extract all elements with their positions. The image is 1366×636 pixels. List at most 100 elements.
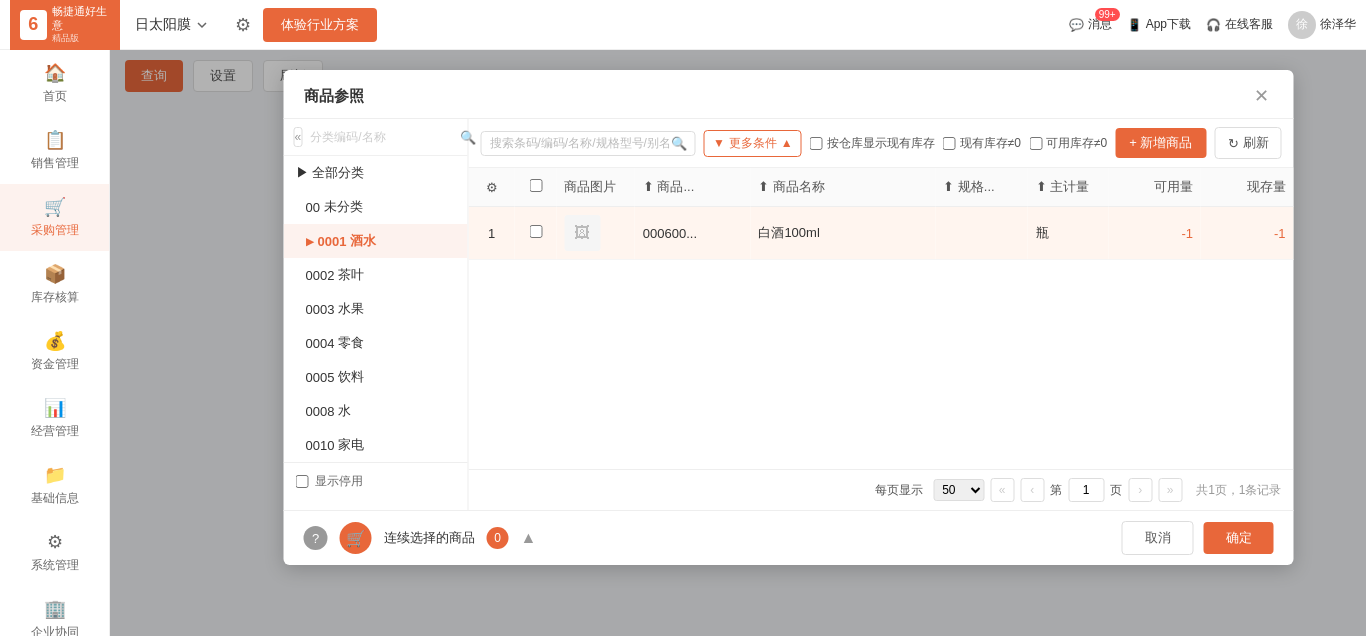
collapse-footer-icon[interactable]: ▲ (521, 529, 537, 547)
cat-0003-name: 水果 (338, 300, 364, 318)
cat-item-0008[interactable]: 0008 水 (284, 394, 468, 428)
sidebar-item-finance[interactable]: 💰 资金管理 (0, 318, 109, 385)
product-thumbnail: 🖼 (564, 215, 600, 251)
nav-dropdown[interactable]: 日太阳膜 (120, 0, 223, 50)
available-stock-checkbox[interactable] (1029, 137, 1042, 150)
username: 徐泽华 (1320, 16, 1356, 33)
product-search-input[interactable] (490, 136, 671, 150)
product-reference-modal: 商品参照 ✕ « 🔍 ▶ 全部分类 (284, 70, 1294, 565)
cell-seq: 1 (469, 207, 515, 260)
cat-item-00[interactable]: 00 未分类 (284, 190, 468, 224)
cat-0008-code: 0008 (306, 404, 335, 419)
modal-footer: ? 🛒 连续选择的商品 0 ▲ 取消 确定 (284, 510, 1294, 565)
cart-area[interactable]: 🛒 (340, 522, 372, 554)
filter-more-label: 更多条件 (729, 135, 777, 152)
category-search-bar: « 🔍 (284, 119, 468, 156)
prev-page-btn[interactable]: ‹ (1020, 478, 1044, 502)
table-row[interactable]: 1 🖼 000600... 白酒100ml (469, 207, 1294, 260)
confirm-button[interactable]: 确定 (1204, 522, 1274, 554)
col-spec-header[interactable]: ⬆ 规格... (935, 168, 1027, 207)
table-header-row: ⚙ 商品图片 ⬆ 商品... ⬆ 商品名称 (469, 168, 1294, 207)
system-icon: ⚙ (47, 531, 63, 553)
col-code-header[interactable]: ⬆ 商品... (635, 168, 751, 207)
show-stock-checkbox[interactable] (810, 137, 823, 150)
filter-existing-stock: 现有库存≠0 (943, 135, 1021, 152)
logo-area: 6 畅捷通好生意 精品版 (10, 0, 120, 50)
col-unit-header[interactable]: ⬆ 主计量 (1028, 168, 1109, 207)
cat-item-all[interactable]: ▶ 全部分类 (284, 156, 468, 190)
modal-close-button[interactable]: ✕ (1250, 84, 1274, 108)
app-download-item[interactable]: 📱 App下载 (1127, 16, 1191, 33)
modal-title: 商品参照 (304, 87, 364, 106)
cat-item-0002[interactable]: 0002 茶叶 (284, 258, 468, 292)
sidebar-item-operations[interactable]: 📊 经营管理 (0, 385, 109, 452)
product-table-body: 1 🖼 000600... 白酒100ml (469, 207, 1294, 260)
sidebar-item-system[interactable]: ⚙ 系统管理 (0, 519, 109, 586)
cat-item-0010[interactable]: 0010 家电 (284, 428, 468, 462)
page-size-select[interactable]: 50 10 20 100 (933, 479, 984, 501)
sidebar-item-home[interactable]: 🏠 首页 (0, 50, 109, 117)
product-search-icon[interactable]: 🔍 (671, 136, 687, 151)
col-name-header[interactable]: ⬆ 商品名称 (750, 168, 935, 207)
available-stock-label: 可用库存≠0 (1046, 135, 1107, 152)
filter-available-stock: 可用库存≠0 (1029, 135, 1107, 152)
add-product-button[interactable]: + 新增商品 (1115, 128, 1206, 158)
filter-more-btn[interactable]: ▼ 更多条件 ▲ (704, 130, 802, 157)
cat-item-0001[interactable]: ▶ 0001 酒水 (284, 224, 468, 258)
cat-00-code: 00 (306, 200, 320, 215)
sidebar-item-sales[interactable]: 📋 销售管理 (0, 117, 109, 184)
operations-icon: 📊 (44, 397, 66, 419)
sidebar-label-home: 首页 (43, 88, 67, 105)
show-disabled-checkbox[interactable] (296, 475, 309, 488)
nav-right: 💬 消息 99+ 📱 App下载 🎧 在线客服 徐 徐泽华 (1069, 11, 1356, 39)
cat-0004-code: 0004 (306, 336, 335, 351)
col-gear[interactable]: ⚙ (469, 168, 515, 207)
selected-count-badge: 0 (487, 527, 509, 549)
sidebar-item-purchase[interactable]: 🛒 采购管理 (0, 184, 109, 251)
select-all-checkbox[interactable] (529, 179, 542, 192)
main-layout: 🏠 首页 📋 销售管理 🛒 采购管理 📦 库存核算 💰 资金管理 📊 经营管理 … (0, 50, 1366, 636)
settings-icon-btn[interactable]: ⚙ (223, 5, 263, 45)
row-checkbox[interactable] (529, 225, 542, 238)
sidebar-label-purchase: 采购管理 (31, 222, 79, 239)
first-page-btn[interactable]: « (990, 478, 1014, 502)
cancel-button[interactable]: 取消 (1122, 521, 1194, 555)
sidebar-item-basics[interactable]: 📁 基础信息 (0, 452, 109, 519)
content-area: 查询 设置 刷新 商品参照 ✕ « 🔍 (110, 50, 1366, 636)
cat-0005-code: 0005 (306, 370, 335, 385)
logo-sub: 精品版 (52, 32, 110, 45)
messages-badge: 99+ (1095, 8, 1120, 21)
sidebar-item-enterprise[interactable]: 🏢 企业协同 (0, 586, 109, 636)
user-item[interactable]: 徐 徐泽华 (1288, 11, 1356, 39)
settings-icon: ⚙ (235, 14, 251, 36)
refresh-button[interactable]: ↻ 刷新 (1215, 127, 1282, 159)
online-service-item[interactable]: 🎧 在线客服 (1206, 16, 1273, 33)
col-image-header: 商品图片 (556, 168, 635, 207)
cat-item-0004[interactable]: 0004 零食 (284, 326, 468, 360)
help-button[interactable]: ? (304, 526, 328, 550)
filter-icon: ▼ (713, 136, 725, 150)
cat-0001-code: 0001 (318, 234, 347, 249)
last-page-btn[interactable]: » (1158, 478, 1182, 502)
sidebar-label-operations: 经营管理 (31, 423, 79, 440)
cat-item-0005[interactable]: 0005 饮料 (284, 360, 468, 394)
show-stock-label: 按仓库显示现有库存 (827, 135, 935, 152)
nav-dropdown-label: 日太阳膜 (135, 16, 191, 34)
sidebar-label-finance: 资金管理 (31, 356, 79, 373)
collapse-button[interactable]: « (294, 127, 303, 147)
sidebar-item-inventory[interactable]: 📦 库存核算 (0, 251, 109, 318)
modal-header: 商品参照 ✕ (284, 70, 1294, 119)
product-table: ⚙ 商品图片 ⬆ 商品... ⬆ 商品名称 (469, 168, 1294, 260)
pagination-bar: 每页显示 50 10 20 100 « ‹ 第 页 › » (469, 469, 1294, 510)
existing-stock-checkbox[interactable] (943, 137, 956, 150)
page-number-input[interactable] (1068, 478, 1104, 502)
cat-0003-code: 0003 (306, 302, 335, 317)
category-search-input[interactable] (310, 130, 460, 144)
messages-item[interactable]: 💬 消息 99+ (1069, 16, 1112, 33)
cart-icon: 🛒 (340, 522, 372, 554)
trial-button[interactable]: 体验行业方案 (263, 8, 377, 42)
cell-spec (935, 207, 1027, 260)
next-page-btn[interactable]: › (1128, 478, 1152, 502)
show-disabled-label: 显示停用 (315, 473, 363, 490)
cat-item-0003[interactable]: 0003 水果 (284, 292, 468, 326)
